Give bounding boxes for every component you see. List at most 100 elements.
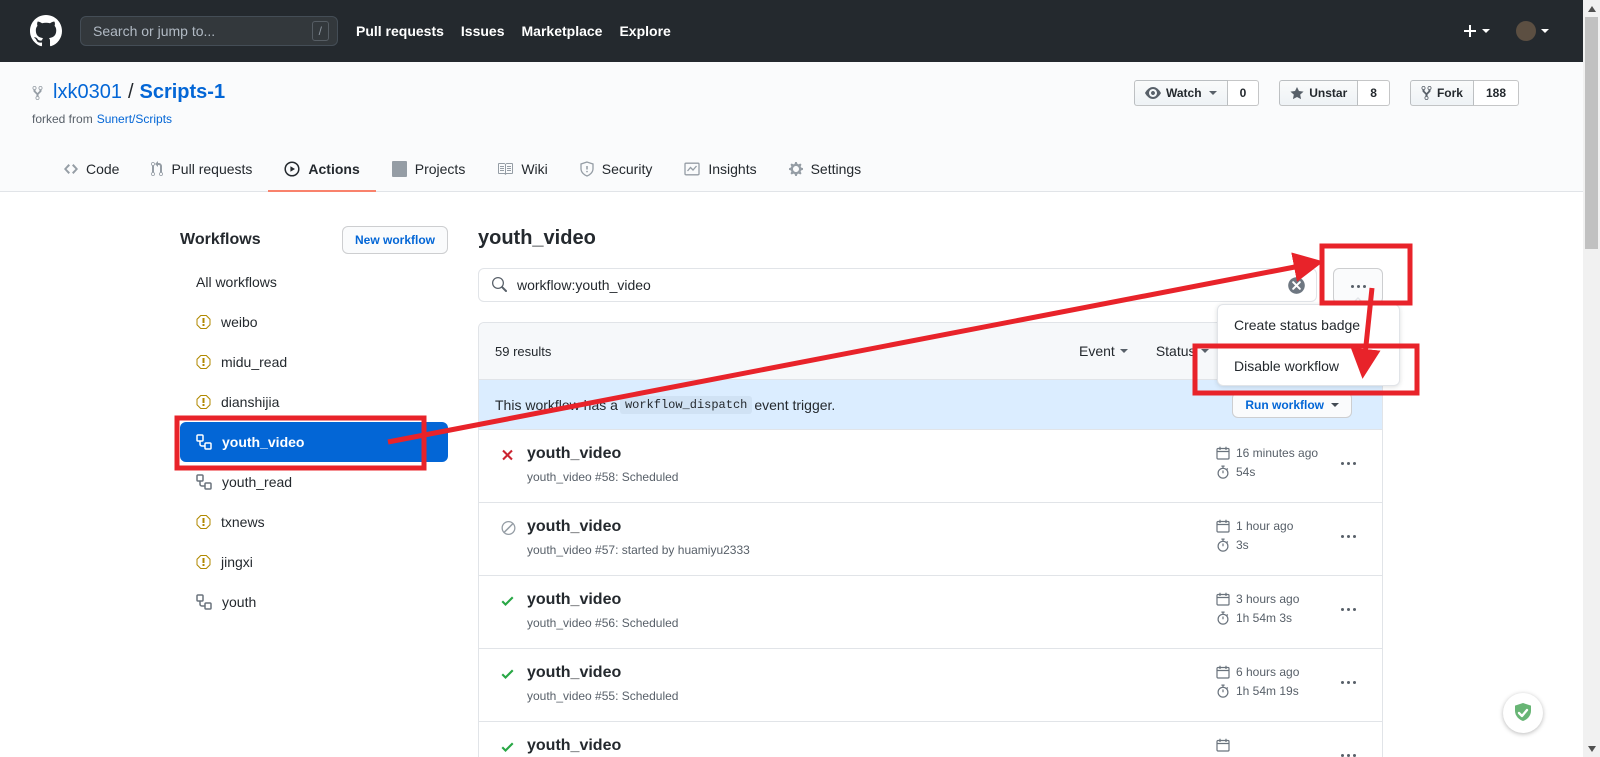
nav-marketplace[interactable]: Marketplace: [522, 23, 603, 39]
gear-icon: [789, 161, 803, 177]
success-status-icon: [501, 666, 517, 721]
chevron-down-icon: [1541, 29, 1549, 33]
banner-text: This workflow has a: [495, 397, 618, 413]
sidebar-item-label: youth_read: [222, 474, 292, 490]
adguard-shield-icon[interactable]: [1503, 693, 1543, 733]
stopwatch-icon: [1216, 684, 1230, 698]
unstar-count[interactable]: 8: [1358, 80, 1390, 106]
x-icon: [501, 447, 514, 463]
header-right: [1463, 21, 1583, 41]
success-status-icon: [501, 593, 517, 648]
run-row: youth_videoyouth_video #58: Scheduled16 …: [479, 429, 1382, 502]
repo-header: lxk0301 / Scripts-1 forked from Sunert/Sc…: [0, 62, 1583, 192]
repo-owner-link[interactable]: lxk0301: [53, 81, 122, 104]
status-filter[interactable]: Status: [1156, 343, 1209, 359]
global-search[interactable]: /: [80, 16, 338, 46]
watch-label: Watch: [1166, 86, 1202, 100]
fork-source-link[interactable]: Sunert/Scripts: [97, 112, 172, 126]
nav-explore[interactable]: Explore: [619, 23, 670, 39]
run-options-kebab-icon[interactable]: [1341, 681, 1356, 684]
nav-pull-requests[interactable]: Pull requests: [356, 23, 444, 39]
tab-security[interactable]: Security: [564, 148, 669, 192]
fork-label: Fork: [1437, 86, 1463, 100]
run-subtitle: youth_video #55: Scheduled: [527, 689, 678, 703]
plus-icon[interactable]: [1463, 23, 1477, 39]
tab-pull-requests[interactable]: Pull requests: [135, 148, 268, 192]
repo-social-buttons: Watch 0 Unstar8 Fork 188: [1134, 80, 1519, 106]
menu-item-create-status-badge[interactable]: Create status badge: [1218, 305, 1399, 345]
sidebar-item-midu-read[interactable]: midu_read: [180, 342, 448, 382]
run-meta: 16 minutes ago54s: [1216, 443, 1318, 481]
repo-name-link[interactable]: Scripts-1: [140, 81, 226, 104]
eye-icon: [1145, 85, 1161, 101]
sidebar-item-all-workflows[interactable]: All workflows: [180, 262, 448, 302]
warning-icon: [196, 554, 211, 570]
calendar-icon: [1216, 738, 1230, 752]
run-options-kebab-icon[interactable]: [1341, 535, 1356, 538]
avatar[interactable]: [1516, 21, 1536, 41]
user-menu[interactable]: [1516, 21, 1549, 41]
fork-note-text: forked from: [32, 112, 93, 126]
failed-status-icon: [501, 447, 517, 502]
run-row: youth_videoyouth_video #57: started by h…: [479, 502, 1382, 575]
scroll-down-arrow[interactable]: [1583, 740, 1600, 757]
clear-search-icon[interactable]: [1287, 276, 1306, 295]
global-nav: Pull requests Issues Marketplace Explore: [356, 23, 671, 39]
tab-code[interactable]: Code: [48, 148, 135, 192]
sidebar-item-label: youth: [222, 594, 256, 610]
shield-icon: [580, 161, 594, 177]
run-title-link[interactable]: youth_video: [527, 591, 621, 608]
run-title-link[interactable]: youth_video: [527, 518, 621, 535]
sidebar-item-jingxi[interactable]: jingxi: [180, 542, 448, 582]
stopwatch-icon: [1216, 538, 1230, 552]
star-icon: [1290, 86, 1304, 101]
run-title-link[interactable]: youth_video: [527, 445, 621, 462]
unstar-button[interactable]: Unstar8: [1279, 80, 1390, 106]
event-filter[interactable]: Event: [1079, 343, 1128, 359]
cancelled-status-icon: [501, 520, 517, 575]
github-logo-icon[interactable]: [30, 15, 62, 47]
sidebar-item-youth-video[interactable]: youth_video: [180, 422, 448, 462]
run-title-link[interactable]: youth_video: [527, 737, 621, 754]
run-workflow-button[interactable]: Run workflow: [1232, 392, 1352, 418]
tab-label: Pull requests: [171, 161, 252, 177]
stopwatch-icon: [1216, 465, 1230, 479]
fork-count[interactable]: 188: [1474, 80, 1519, 106]
tab-wiki[interactable]: Wiki: [481, 148, 563, 192]
watch-button[interactable]: Watch 0: [1134, 80, 1259, 106]
sidebar-item-dianshijia[interactable]: dianshijia: [180, 382, 448, 422]
runs-search[interactable]: [478, 268, 1317, 302]
watch-count[interactable]: 0: [1228, 80, 1260, 106]
menu-item-disable-workflow[interactable]: Disable workflow: [1218, 345, 1399, 385]
tab-settings[interactable]: Settings: [773, 148, 878, 192]
sidebar-item-weibo[interactable]: weibo: [180, 302, 448, 342]
fork-button[interactable]: Fork 188: [1410, 80, 1519, 106]
tab-insights[interactable]: Insights: [668, 148, 772, 192]
sidebar-item-youth-read[interactable]: youth_read: [180, 462, 448, 502]
sidebar-item-txnews[interactable]: txnews: [180, 502, 448, 542]
create-new-menu[interactable]: [1463, 23, 1490, 39]
global-search-input[interactable]: [91, 22, 312, 40]
repo-title: lxk0301 / Scripts-1: [32, 81, 225, 104]
run-meta: [1216, 735, 1236, 757]
run-meta: 3 hours ago1h 54m 3s: [1216, 589, 1299, 627]
tab-actions[interactable]: Actions: [268, 148, 375, 192]
run-duration: 1h 54m 19s: [1236, 684, 1299, 698]
run-options-kebab-icon[interactable]: [1341, 608, 1356, 611]
sidebar-item-youth[interactable]: youth: [180, 582, 448, 622]
repo-forked-icon: [32, 85, 43, 101]
tab-projects[interactable]: Projects: [376, 148, 482, 192]
scroll-up-arrow[interactable]: [1583, 0, 1600, 17]
scrollbar-thumb[interactable]: [1585, 17, 1598, 249]
scrollbar[interactable]: [1583, 0, 1600, 757]
runs-search-input[interactable]: [515, 276, 1279, 294]
chevron-down-icon: [1482, 29, 1490, 33]
repo-forked-icon: [1421, 85, 1432, 101]
stopwatch-icon: [1216, 611, 1230, 625]
run-subtitle: youth_video #56: Scheduled: [527, 616, 678, 630]
global-header: / Pull requests Issues Marketplace Explore: [0, 0, 1583, 62]
run-options-kebab-icon[interactable]: [1341, 462, 1356, 465]
new-workflow-button[interactable]: New workflow: [342, 226, 448, 254]
nav-issues[interactable]: Issues: [461, 23, 505, 39]
run-title-link[interactable]: youth_video: [527, 664, 621, 681]
